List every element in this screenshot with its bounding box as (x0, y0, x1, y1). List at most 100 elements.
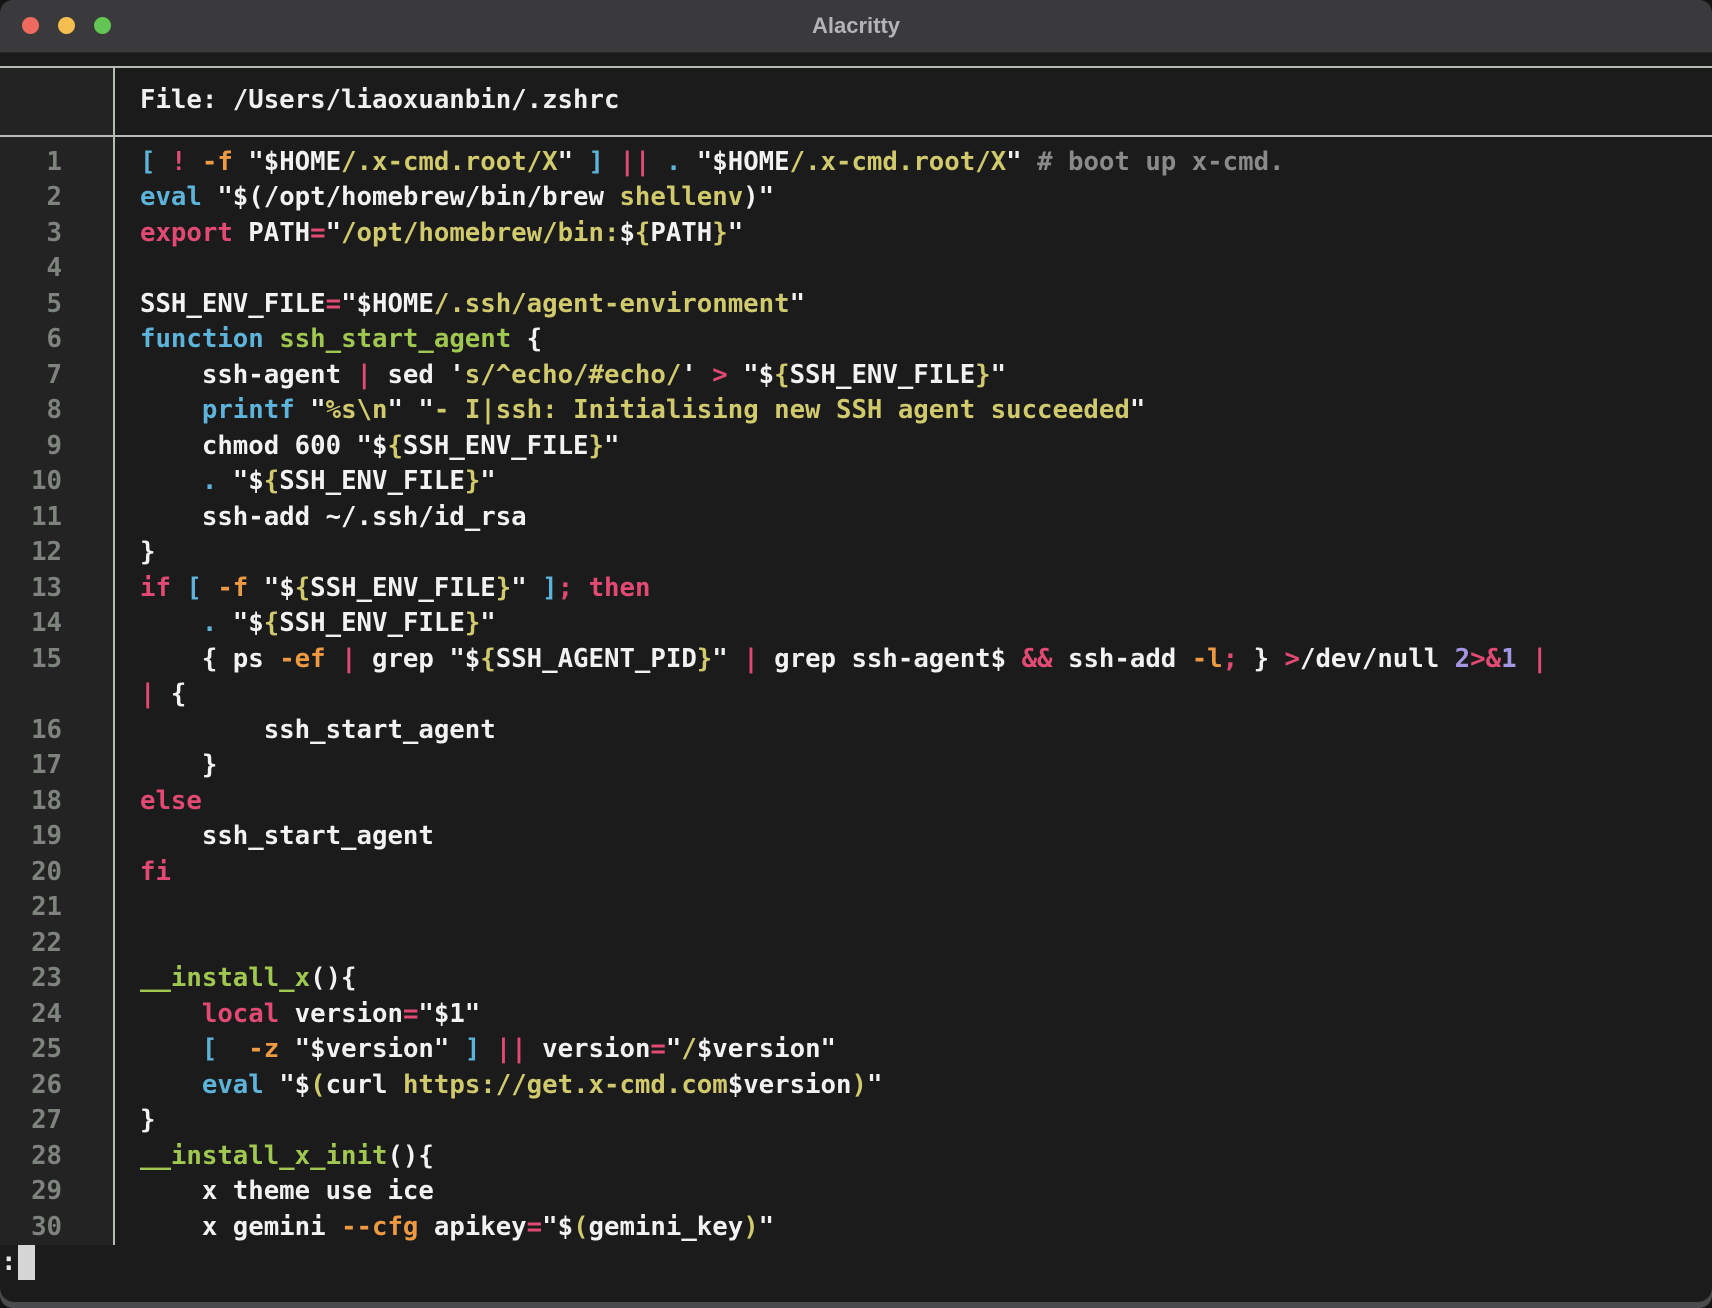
line-number: 11 (31, 501, 62, 532)
line-number: 15 (31, 643, 62, 674)
line-number: 10 (31, 466, 62, 497)
code-token: $version" (696, 1034, 837, 1065)
code-token: " (789, 288, 806, 319)
line-content: ssh-agent | sed 's/^echo/#echo/' > "${SS… (113, 360, 1006, 390)
line-content: [ ! -f "$HOME/.x-cmd.root/X" ] || . "$HO… (113, 147, 1285, 177)
line-number: 5 (46, 288, 62, 319)
code-token: __install_x_init (140, 1140, 388, 1171)
code-token: = (325, 288, 342, 319)
line-content: } (113, 537, 155, 567)
code-token: "$HOME (681, 146, 790, 177)
code-line: 7 ssh-agent | sed 's/^echo/#echo/' > "${… (0, 357, 1712, 393)
code-token: "$HOME (341, 288, 434, 319)
code-line: 23 __install_x(){ (0, 961, 1712, 997)
code-line: 3 export PATH="/opt/homebrew/bin:${PATH}" (0, 215, 1712, 251)
code-token: 1 (1501, 643, 1517, 674)
line-content: } (113, 750, 217, 780)
code-token: SSH_ENV_FILE (140, 288, 326, 319)
code-line: 12} (0, 535, 1712, 571)
line-number: 8 (46, 395, 62, 426)
code-token: %s\n (325, 395, 388, 426)
code-token: local (201, 998, 280, 1029)
code-token: 2 (1454, 643, 1471, 674)
line-number: 6 (46, 324, 62, 355)
code-token: "$ (248, 572, 295, 603)
code-token: } (495, 572, 512, 603)
code-token: version (279, 998, 403, 1029)
code-token: gemini_key (588, 1211, 744, 1242)
code-line: 22 (0, 925, 1712, 961)
line-content: eval "$(curl https://get.x-cmd.com$versi… (113, 1069, 883, 1100)
code-token: || (619, 146, 651, 177)
code-line: 15 { ps -ef | grep "${SSH_AGENT_PID}" | … (0, 641, 1712, 677)
code-token: " (1006, 146, 1038, 177)
line-content: local version="$1" (113, 999, 480, 1029)
code-token: >& (1470, 643, 1502, 674)
code-token: export (140, 217, 233, 248)
code-line: 19 ssh_start_agent (0, 819, 1712, 855)
code-token: ] (542, 572, 558, 603)
code-token: eval (201, 1069, 264, 1100)
code-token: = (310, 217, 326, 248)
line-number: 12 (31, 537, 62, 568)
line-number: 27 (31, 1105, 62, 1136)
code-token: / (681, 1034, 697, 1065)
code-token: )" (743, 182, 775, 213)
line-content: { ps -ef | grep "${SSH_AGENT_PID}" | gre… (113, 643, 1548, 674)
code-token: s/^echo/#echo/ (464, 359, 682, 390)
code-token: ] (464, 1034, 481, 1065)
command-prompt[interactable]: : (1, 1244, 36, 1280)
title-bar: Alacritty (0, 0, 1712, 53)
code-token: " (325, 217, 342, 248)
code-token: (){ (310, 963, 357, 994)
code-token: ssh_start_agent (279, 324, 512, 355)
code-token: if (140, 572, 171, 603)
line-content: if [ -f "${SSH_ENV_FILE}" ]; then (113, 573, 650, 603)
code-token: PATH (232, 217, 311, 248)
code-token: --cfg (341, 1211, 419, 1242)
code-line: 14 . "${SSH_ENV_FILE}" (0, 606, 1712, 642)
code-token: } (464, 608, 481, 639)
line-content: __install_x(){ (113, 963, 357, 993)
code-token: " " (387, 395, 434, 426)
code-token: { (263, 608, 280, 639)
terminal-window[interactable]: Alacritty File: /Users/liaoxuanbin/.zshr… (0, 0, 1712, 1302)
code-token: [ (201, 1034, 218, 1065)
line-content: __install_x_init(){ (113, 1141, 434, 1171)
code-area[interactable]: 1 [ ! -f "$HOME/.x-cmd.root/X" ] || . "$H… (0, 144, 1712, 1245)
line-content: function ssh_start_agent { (113, 324, 542, 354)
line-number: 22 (31, 927, 62, 958)
code-token: /.ssh/agent-environment (433, 288, 790, 319)
code-token: -z (248, 1034, 280, 1065)
code-token: "$ (217, 466, 264, 497)
code-token: . (201, 466, 218, 497)
code-token: x theme use ice (140, 1176, 434, 1207)
code-token: ) (743, 1211, 759, 1242)
code-token: PATH (650, 217, 713, 248)
line-number: 29 (31, 1176, 62, 1207)
code-line: 16 ssh_start_agent (0, 712, 1712, 748)
code-token: fi (140, 856, 171, 887)
line-content: eval "$(/opt/homebrew/bin/brew shellenv)… (113, 182, 774, 212)
code-token: { (294, 572, 311, 603)
code-token: } (975, 359, 991, 390)
cursor-block (18, 1244, 36, 1280)
code-token: function (140, 324, 264, 355)
code-token: ] (588, 146, 604, 177)
code-line: 21 (0, 890, 1712, 926)
line-number: 13 (31, 572, 62, 603)
line-number: 24 (31, 998, 62, 1029)
line-number: 18 (31, 785, 62, 816)
line-content: ssh-add ~/.ssh/id_rsa (113, 502, 527, 532)
code-token: { (263, 466, 280, 497)
code-token: " (990, 359, 1007, 390)
line-content: export PATH="/opt/homebrew/bin:${PATH}" (113, 218, 743, 248)
code-token: " (294, 395, 326, 426)
